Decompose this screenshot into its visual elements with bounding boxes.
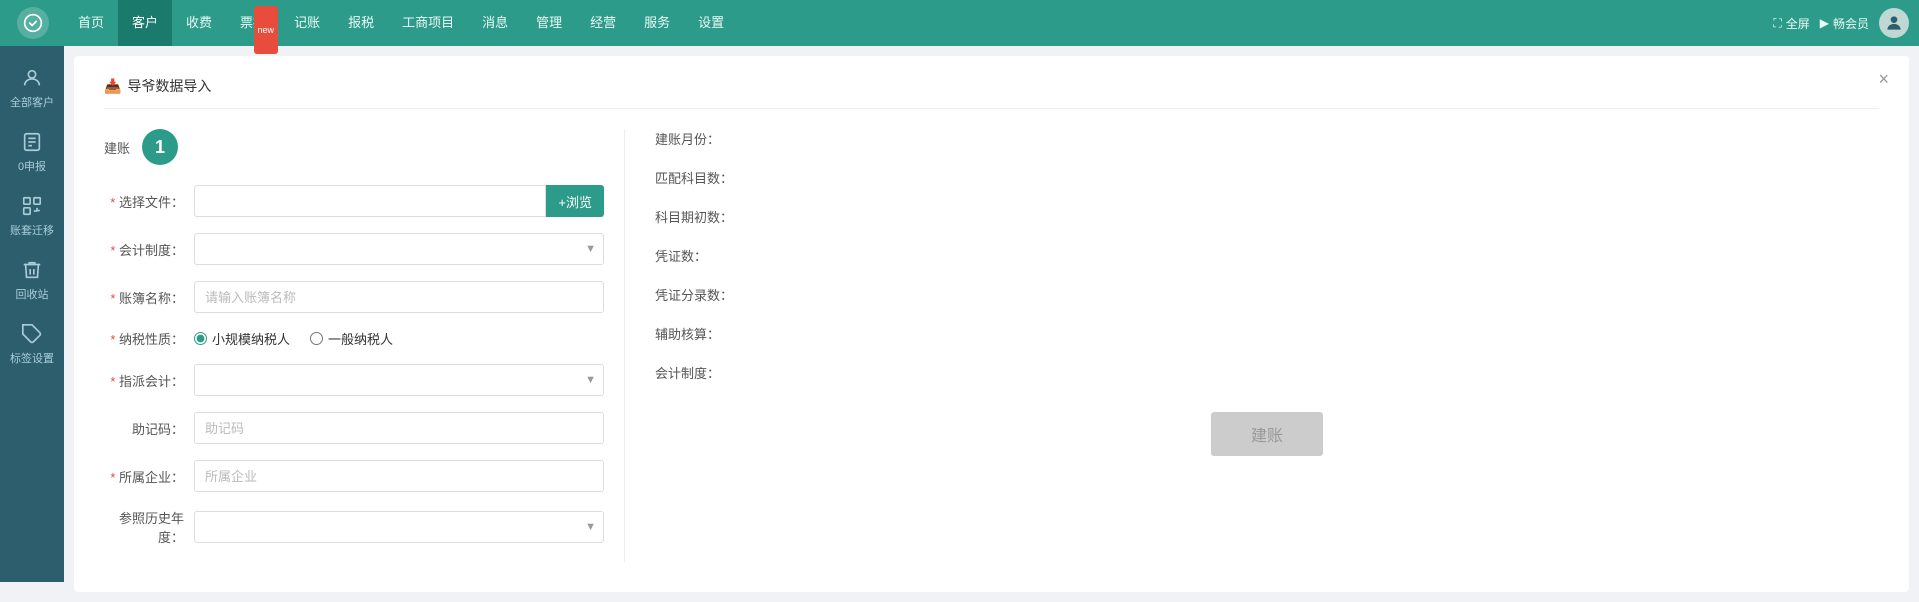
reference-year-label: 参照历史年度：	[104, 508, 194, 546]
nav-item-services[interactable]: 服务	[630, 0, 684, 46]
accounting-system-row: * 会计制度： ▼	[104, 233, 604, 265]
period-initial-label: 科目期初数：	[655, 207, 755, 226]
form-right-panel: 建账月份： 匹配科目数： 科目期初数： 凭证数： 凭证分录数：	[624, 129, 1879, 562]
accountant-select-wrapper: ▼	[194, 364, 604, 396]
import-card: 📥 导爷数据导入 × 建账 1 * 选择文件：	[74, 56, 1909, 592]
sidebar-item-recycle[interactable]: 回收站	[0, 248, 64, 312]
file-select-row: * 选择文件： +浏览	[104, 185, 604, 217]
sidebar-item-account-transfer[interactable]: 账套迁移	[0, 184, 64, 248]
main-content: 📥 导爷数据导入 × 建账 1 * 选择文件：	[64, 46, 1919, 602]
accountant-select[interactable]	[194, 364, 604, 396]
account-name-label: * 账簿名称：	[104, 288, 194, 307]
nav-item-invoices[interactable]: 票据 new	[226, 0, 280, 46]
nav-menu: 首页 客户 收费 票据 new 记账 报税 工商项目 消息 管理 经营 服务 设…	[64, 0, 1773, 46]
all-clients-icon	[20, 66, 44, 90]
form-container: 建账 1 * 选择文件： +浏览	[104, 129, 1879, 562]
tax-type-label: * 纳税性质：	[104, 329, 194, 348]
tag-settings-icon	[20, 322, 44, 346]
reference-year-row: 参照历史年度： ▼	[104, 508, 604, 546]
company-input[interactable]	[194, 460, 604, 492]
avatar[interactable]	[1879, 8, 1909, 38]
aux-calc-label: 辅助核算：	[655, 324, 755, 343]
nav-item-fees[interactable]: 收费	[172, 0, 226, 46]
voucher-count-label: 凭证数：	[655, 246, 755, 265]
memo-code-row: 助记码：	[104, 412, 604, 444]
form-left-panel: 建账 1 * 选择文件： +浏览	[104, 129, 624, 562]
top-navigation: 首页 客户 收费 票据 new 记账 报税 工商项目 消息 管理 经营 服务 设…	[0, 0, 1919, 46]
info-row-aux-calc: 辅助核算：	[655, 324, 1879, 343]
info-row-voucher-entries: 凭证分录数：	[655, 285, 1879, 304]
memo-code-label: 助记码：	[104, 419, 194, 438]
match-subjects-label: 匹配科目数：	[655, 168, 755, 187]
membership-button[interactable]: ▶ 畅会员	[1820, 15, 1869, 32]
step-circle: 1	[142, 129, 178, 165]
declaration-icon	[20, 130, 44, 154]
file-select-label: * 选择文件：	[104, 192, 194, 211]
info-row-period-initial: 科目期初数：	[655, 207, 1879, 226]
new-badge: new	[254, 6, 279, 54]
file-input[interactable]	[194, 185, 546, 217]
step-label: 建账	[104, 138, 130, 157]
accounting-system-label: * 会计制度：	[104, 240, 194, 259]
recycle-icon	[20, 258, 44, 282]
membership-icon: ▶	[1820, 16, 1829, 30]
fullscreen-icon: ⛶	[1773, 16, 1781, 31]
voucher-entries-label: 凭证分录数：	[655, 285, 755, 304]
step-header: 建账 1	[104, 129, 604, 165]
company-row: * 所属企业：	[104, 460, 604, 492]
build-month-label: 建账月份：	[655, 129, 755, 148]
account-name-row: * 账簿名称：	[104, 281, 604, 313]
info-row-accounting-system: 会计制度：	[655, 363, 1879, 382]
memo-code-input[interactable]	[194, 412, 604, 444]
card-title: 📥 导爷数据导入	[104, 76, 1879, 109]
account-transfer-icon	[20, 194, 44, 218]
radio-small-taxpayer[interactable]: 小规模纳税人	[194, 329, 290, 348]
nav-item-tax[interactable]: 报税	[334, 0, 388, 46]
fullscreen-button[interactable]: ⛶ 全屏	[1773, 15, 1809, 32]
file-row: +浏览	[194, 185, 604, 217]
radio-small-input[interactable]	[194, 332, 207, 345]
nav-right-area: ⛶ 全屏 ▶ 畅会员	[1773, 8, 1909, 38]
nav-item-manage[interactable]: 管理	[522, 0, 576, 46]
company-label: * 所属企业：	[104, 467, 194, 486]
build-account-button[interactable]: 建账	[1211, 412, 1323, 456]
radio-general-input[interactable]	[310, 332, 323, 345]
nav-item-accounts[interactable]: 记账	[280, 0, 334, 46]
title-icon: 📥	[104, 78, 121, 95]
tax-type-radio-group: 小规模纳税人 一般纳税人	[194, 329, 604, 348]
reference-year-select-wrapper: ▼	[194, 511, 604, 543]
tax-type-row: * 纳税性质： 小规模纳税人 一般纳税人	[104, 329, 604, 348]
sidebar-item-declaration[interactable]: 0申报	[0, 120, 64, 184]
radio-general-taxpayer[interactable]: 一般纳税人	[310, 329, 393, 348]
info-row-voucher-count: 凭证数：	[655, 246, 1879, 265]
nav-item-customers[interactable]: 客户	[118, 0, 172, 46]
browse-button[interactable]: +浏览	[546, 185, 604, 217]
app-logo[interactable]	[10, 0, 56, 46]
right-accounting-system-label: 会计制度：	[655, 363, 755, 382]
sidebar-item-all-clients[interactable]: 全部客户	[0, 56, 64, 120]
account-name-input[interactable]	[194, 281, 604, 313]
assigned-accountant-label: * 指派会计：	[104, 371, 194, 390]
nav-item-messages[interactable]: 消息	[468, 0, 522, 46]
nav-item-home[interactable]: 首页	[64, 0, 118, 46]
nav-item-business[interactable]: 工商项目	[388, 0, 468, 46]
assigned-accountant-row: * 指派会计： ▼	[104, 364, 604, 396]
accounting-system-select[interactable]	[194, 233, 604, 265]
info-row-build-month: 建账月份：	[655, 129, 1879, 148]
accounting-system-select-wrapper: ▼	[194, 233, 604, 265]
reference-year-select[interactable]	[194, 511, 604, 543]
nav-item-settings[interactable]: 设置	[684, 0, 738, 46]
info-row-match-subjects: 匹配科目数：	[655, 168, 1879, 187]
close-button[interactable]: ×	[1878, 70, 1889, 88]
nav-item-operations[interactable]: 经营	[576, 0, 630, 46]
sidebar: 全部客户 0申报 账套迁移	[0, 46, 64, 582]
sidebar-item-tag-settings[interactable]: 标签设置	[0, 312, 64, 376]
